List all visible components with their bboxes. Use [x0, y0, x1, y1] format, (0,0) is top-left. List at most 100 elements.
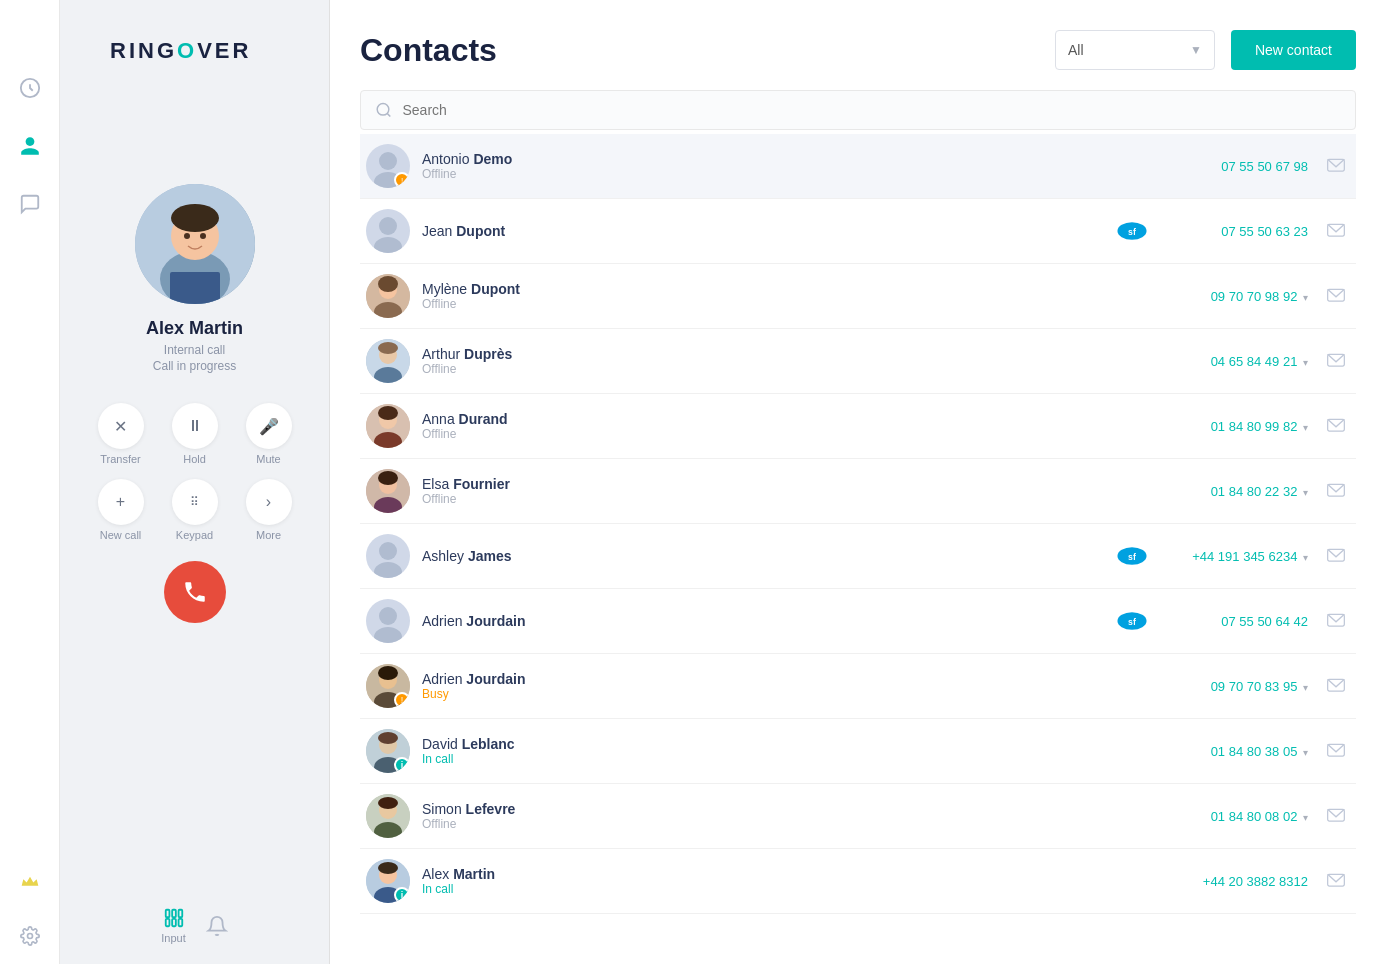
input-label: Input [161, 932, 185, 944]
contact-name: Simon Lefevre [422, 801, 1158, 817]
hold-label: Hold [183, 453, 206, 465]
contact-phone[interactable]: 01 84 80 08 02 ▾ [1158, 809, 1308, 824]
contact-name: Elsa Fournier [422, 476, 1158, 492]
control-row-1: ✕ Transfer ⏸ Hold 🎤 Mute [98, 403, 292, 465]
nav-calls-icon[interactable] [12, 70, 48, 106]
mute-label: Mute [256, 453, 280, 465]
contact-phone[interactable]: 09 70 70 98 92 ▾ [1158, 289, 1308, 304]
filter-dropdown[interactable]: All ▼ [1055, 30, 1215, 70]
table-row[interactable]: Mylène Dupont Offline 09 70 70 98 92 ▾ [360, 264, 1356, 329]
table-row[interactable]: Anna Durand Offline 01 84 80 99 82 ▾ [360, 394, 1356, 459]
svg-point-8 [200, 233, 206, 239]
contact-phone[interactable]: 01 84 80 99 82 ▾ [1158, 419, 1308, 434]
table-row[interactable]: Adrien Jourdain sf 07 55 50 64 42 [360, 589, 1356, 654]
main-content: Contacts All ▼ New contact ! Antonio D [330, 0, 1386, 964]
user-call-status: Call in progress [153, 359, 236, 373]
table-row[interactable]: ! Adrien Jourdain Busy 09 70 70 83 95 ▾ [360, 654, 1356, 719]
user-section: Alex Martin Internal call Call in progre… [60, 184, 329, 623]
sms-icon[interactable] [1322, 347, 1350, 375]
contact-phone[interactable]: 07 55 50 63 23 [1158, 224, 1308, 239]
svg-text:sf: sf [1128, 227, 1136, 237]
contact-phone[interactable]: +44 191 345 6234 ▾ [1158, 549, 1308, 564]
contact-name: Anna Durand [422, 411, 1158, 427]
end-call-button[interactable] [164, 561, 226, 623]
svg-point-50 [379, 607, 397, 625]
contact-phone[interactable]: 01 84 80 22 32 ▾ [1158, 484, 1308, 499]
filter-chevron-icon: ▼ [1190, 43, 1202, 57]
sms-icon[interactable] [1322, 542, 1350, 570]
sms-icon[interactable] [1322, 867, 1350, 895]
table-row[interactable]: Simon Lefevre Offline 01 84 80 08 02 ▾ [360, 784, 1356, 849]
contact-status: Busy [422, 687, 1158, 701]
table-row[interactable]: i Alex Martin In call +44 20 3882 8312 [360, 849, 1356, 914]
table-row[interactable]: Elsa Fournier Offline 01 84 80 22 32 ▾ [360, 459, 1356, 524]
nav-chat-icon[interactable] [12, 186, 48, 222]
table-row[interactable]: i David Leblanc In call 01 84 80 38 05 ▾ [360, 719, 1356, 784]
nav-gear-icon[interactable] [12, 918, 48, 954]
app-logo: RINGOVER [110, 38, 251, 64]
contact-phone[interactable]: 01 84 80 38 05 ▾ [1158, 744, 1308, 759]
mute-button[interactable]: 🎤 Mute [246, 403, 292, 465]
svg-point-7 [184, 233, 190, 239]
contact-status: Offline [422, 297, 1158, 311]
avatar [366, 534, 410, 578]
svg-text:sf: sf [1128, 617, 1136, 627]
contact-phone[interactable]: +44 20 3882 8312 [1158, 874, 1308, 889]
contact-phone[interactable]: 04 65 84 49 21 ▾ [1158, 354, 1308, 369]
contact-phone[interactable]: 07 55 50 64 42 [1158, 614, 1308, 629]
search-input[interactable] [402, 102, 1341, 118]
svg-point-73 [378, 862, 398, 874]
phone-dropdown-arrow: ▾ [1303, 487, 1308, 498]
contact-info: Jean Dupont [422, 223, 1116, 239]
contact-badge-notification: ! [394, 172, 410, 188]
sms-icon[interactable] [1322, 477, 1350, 505]
hold-icon: ⏸ [172, 403, 218, 449]
table-row[interactable]: Jean Dupont sf 07 55 50 63 23 [360, 199, 1356, 264]
keypad-icon: ⠿ [172, 479, 218, 525]
contact-phone[interactable]: 07 55 50 67 98 [1158, 159, 1308, 174]
avatar: i [366, 859, 410, 903]
sms-icon[interactable] [1322, 282, 1350, 310]
contact-name: Antonio Demo [422, 151, 1158, 167]
svg-rect-15 [178, 919, 182, 926]
logo-text-ring: RING [110, 38, 177, 63]
svg-point-1 [27, 934, 32, 939]
sms-icon[interactable] [1322, 412, 1350, 440]
sms-icon[interactable] [1322, 607, 1350, 635]
contact-info: Adrien Jourdain Busy [422, 671, 1158, 701]
filter-value: All [1068, 42, 1084, 58]
hold-button[interactable]: ⏸ Hold [172, 403, 218, 465]
sms-icon[interactable] [1322, 152, 1350, 180]
more-button[interactable]: › More [246, 479, 292, 541]
avatar: ! [366, 144, 410, 188]
nav-crown-icon[interactable] [12, 862, 48, 898]
header-right: All ▼ New contact [1055, 30, 1356, 70]
notification-icon[interactable] [206, 915, 228, 937]
new-call-button[interactable]: + New call [98, 479, 144, 541]
contact-name: Adrien Jourdain [422, 613, 1116, 629]
sms-icon[interactable] [1322, 672, 1350, 700]
input-icon[interactable]: Input [161, 907, 185, 944]
sms-icon[interactable] [1322, 802, 1350, 830]
svg-point-33 [378, 342, 398, 354]
contact-status: In call [422, 882, 1158, 896]
sms-icon[interactable] [1322, 737, 1350, 765]
new-contact-button[interactable]: New contact [1231, 30, 1356, 70]
phone-dropdown-arrow: ▾ [1303, 357, 1308, 368]
user-name: Alex Martin [146, 318, 243, 339]
svg-rect-10 [165, 910, 169, 917]
transfer-button[interactable]: ✕ Transfer [98, 403, 144, 465]
svg-point-20 [379, 217, 397, 235]
new-call-label: New call [100, 529, 142, 541]
sms-icon[interactable] [1322, 217, 1350, 245]
contact-info: Elsa Fournier Offline [422, 476, 1158, 506]
user-status: Internal call [164, 343, 225, 357]
more-icon: › [246, 479, 292, 525]
nav-contacts-icon[interactable] [12, 128, 48, 164]
contact-phone[interactable]: 09 70 70 83 95 ▾ [1158, 679, 1308, 694]
table-row[interactable]: ! Antonio Demo Offline 07 55 50 67 98 [360, 134, 1356, 199]
avatar [366, 274, 410, 318]
keypad-button[interactable]: ⠿ Keypad [172, 479, 218, 541]
table-row[interactable]: Arthur Duprès Offline 04 65 84 49 21 ▾ [360, 329, 1356, 394]
table-row[interactable]: Ashley James sf +44 191 345 6234 ▾ [360, 524, 1356, 589]
